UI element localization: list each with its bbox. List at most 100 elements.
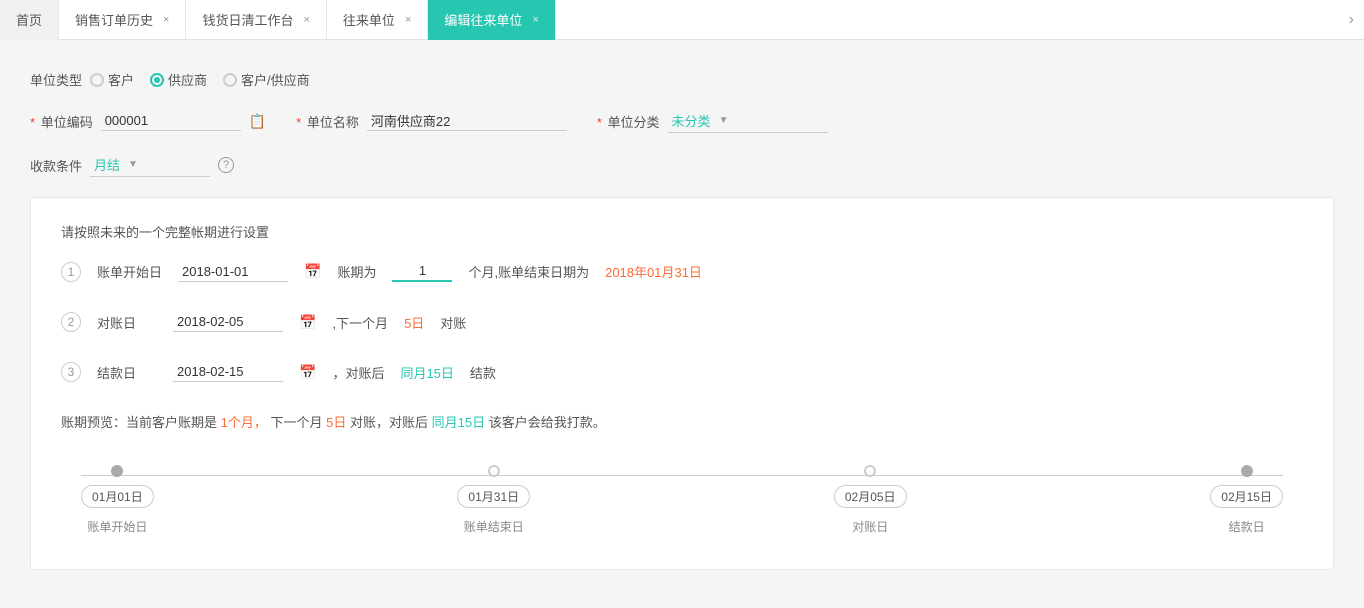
payment-terms-help[interactable]: ? xyxy=(218,157,234,173)
tabs-expand-button[interactable]: › xyxy=(1339,11,1364,29)
payment-terms-arrow: ▼ xyxy=(128,159,138,170)
start-date-cal-icon[interactable]: 📅 xyxy=(304,263,321,280)
preview-highlight1: 1个月， xyxy=(221,415,267,430)
payment-terms-field: 收款条件 月结 ▼ ? xyxy=(30,153,234,177)
unit-type-row: 单位类型 客户 供应商 客户/供应商 xyxy=(30,70,1334,89)
radio-customer-circle xyxy=(90,73,104,87)
row-number-2: 2 xyxy=(61,312,81,332)
tab-cash-work-label: 钱货日清工作台 xyxy=(202,10,293,29)
unit-info-row: * 单位编码 📋 * 单位名称 * 单位分类 未分类 ▼ xyxy=(30,109,1334,133)
tab-edit-partner[interactable]: 编辑往来单位 × xyxy=(428,0,555,40)
unit-category-arrow: ▼ xyxy=(719,115,729,126)
preview-highlight3: 同月15日 xyxy=(432,415,485,430)
unit-category-select[interactable]: 未分类 ▼ xyxy=(668,109,828,133)
payment-suffix-post: 结款 xyxy=(470,363,496,382)
payment-terms-label: 收款条件 xyxy=(30,156,82,175)
row-label-1: 账单开始日 xyxy=(97,262,162,281)
unit-name-input[interactable] xyxy=(367,111,567,131)
radio-supplier-label: 供应商 xyxy=(168,70,207,89)
timeline: 01月01日 账单开始日 01月31日 账单结束日 02月05日 对账日 02月… xyxy=(61,455,1303,545)
row-number-1: 1 xyxy=(61,262,81,282)
unit-type-label: 单位类型 xyxy=(30,70,82,89)
payment-date-input[interactable] xyxy=(173,362,283,382)
timeline-dot-3 xyxy=(1241,465,1253,477)
reconcile-suffix-highlight: 5日 xyxy=(404,313,424,332)
tab-edit-partner-label: 编辑往来单位 xyxy=(444,10,522,29)
tab-sales-history[interactable]: 销售订单历史 × xyxy=(59,0,186,40)
unit-type-radio-group: 客户 供应商 客户/供应商 xyxy=(90,70,310,89)
row-label-2: 对账日 xyxy=(97,313,157,332)
reconcile-suffix-post: 对账 xyxy=(440,313,466,332)
timeline-points: 01月01日 账单开始日 01月31日 账单结束日 02月05日 对账日 02月… xyxy=(81,465,1283,535)
settings-box: 请按照未来的一个完整帐期进行设置 1 账单开始日 📅 账期为 个月,账单结束日期… xyxy=(30,197,1334,570)
unit-type-field: 单位类型 客户 供应商 客户/供应商 xyxy=(30,70,310,89)
payment-terms-select[interactable]: 月结 ▼ xyxy=(90,153,210,177)
tab-edit-partner-close[interactable]: × xyxy=(532,14,538,26)
period-unit: 个月,账单结束日期为 xyxy=(468,262,589,281)
timeline-label-1: 账单结束日 xyxy=(464,518,524,535)
unit-category-field: * 单位分类 未分类 ▼ xyxy=(597,109,828,133)
timeline-date-0: 01月01日 xyxy=(81,485,154,508)
settings-row-1: 1 账单开始日 📅 账期为 个月,账单结束日期为 2018年01月31日 xyxy=(61,261,1303,282)
reconcile-suffix-pre: ,下一个月 xyxy=(332,313,388,332)
radio-both[interactable]: 客户/供应商 xyxy=(223,70,310,89)
tab-sales-history-close[interactable]: × xyxy=(163,14,169,26)
payment-terms-row: 收款条件 月结 ▼ ? xyxy=(30,153,1334,177)
preview-prefix: 账期预览：当前客户账期是 xyxy=(61,415,217,430)
unit-category-label: * 单位分类 xyxy=(597,112,660,131)
unit-code-icon[interactable]: 📋 xyxy=(249,113,266,130)
radio-both-label: 客户/供应商 xyxy=(241,70,310,89)
page-content: 单位类型 客户 供应商 客户/供应商 * 单位编码 xyxy=(0,40,1364,608)
radio-supplier[interactable]: 供应商 xyxy=(150,70,207,89)
preview-highlight2: 5日 xyxy=(326,415,346,430)
timeline-point-0: 01月01日 账单开始日 xyxy=(81,465,154,535)
row-label-3: 结款日 xyxy=(97,363,157,382)
unit-category-value: 未分类 xyxy=(672,111,711,130)
timeline-point-1: 01月31日 账单结束日 xyxy=(457,465,530,535)
period-end: 2018年01月31日 xyxy=(605,262,702,281)
timeline-label-0: 账单开始日 xyxy=(87,518,147,535)
preview-middle: 下一个月 xyxy=(271,415,323,430)
payment-suffix-pre: ，对账后 xyxy=(332,363,384,382)
tab-home[interactable]: 首页 xyxy=(0,0,59,40)
payment-suffix-highlight: 同月15日 xyxy=(400,363,453,382)
unit-category-star: * xyxy=(597,115,602,130)
unit-code-input[interactable] xyxy=(101,111,241,131)
tab-cash-work-close[interactable]: × xyxy=(303,14,309,26)
timeline-label-2: 对账日 xyxy=(852,518,888,535)
start-date-input[interactable] xyxy=(178,262,288,282)
settings-row-3: 3 结款日 📅 ，对账后 同月15日 结款 xyxy=(61,362,1303,382)
unit-name-star: * xyxy=(296,115,301,130)
tab-home-label: 首页 xyxy=(16,10,42,29)
timeline-dot-0 xyxy=(111,465,123,477)
unit-code-label: * 单位编码 xyxy=(30,112,93,131)
timeline-point-3: 02月15日 结款日 xyxy=(1210,465,1283,535)
timeline-point-2: 02月05日 对账日 xyxy=(834,465,907,535)
period-label: 账期为 xyxy=(337,262,376,281)
timeline-dot-2 xyxy=(864,465,876,477)
reconcile-date-cal-icon[interactable]: 📅 xyxy=(299,314,316,331)
unit-code-field: * 单位编码 📋 xyxy=(30,111,266,131)
timeline-label-3: 结款日 xyxy=(1229,518,1265,535)
radio-customer-label: 客户 xyxy=(108,70,134,89)
row-number-3: 3 xyxy=(61,362,81,382)
tab-partner[interactable]: 往来单位 × xyxy=(327,0,428,40)
reconcile-date-input[interactable] xyxy=(173,312,283,332)
timeline-date-2: 02月05日 xyxy=(834,485,907,508)
unit-code-star: * xyxy=(30,115,35,130)
tab-cash-work[interactable]: 钱货日清工作台 × xyxy=(186,0,326,40)
radio-both-circle xyxy=(223,73,237,87)
preview-text: 账期预览：当前客户账期是 1个月， 下一个月 5日 对账，对账后 同月15日 该… xyxy=(61,412,1303,431)
timeline-date-3: 02月15日 xyxy=(1210,485,1283,508)
payment-terms-value: 月结 xyxy=(94,155,120,174)
unit-name-field: * 单位名称 xyxy=(296,111,567,131)
tab-partner-label: 往来单位 xyxy=(343,10,395,29)
settings-title: 请按照未来的一个完整帐期进行设置 xyxy=(61,222,1303,241)
settings-row-2: 2 对账日 📅 ,下一个月 5日 对账 xyxy=(61,312,1303,332)
preview-middle2: 对账，对账后 xyxy=(350,415,428,430)
radio-customer[interactable]: 客户 xyxy=(90,70,134,89)
period-input[interactable] xyxy=(392,261,452,282)
payment-date-cal-icon[interactable]: 📅 xyxy=(299,364,316,381)
preview-suffix: 该客户会给我打款。 xyxy=(489,415,606,430)
tab-partner-close[interactable]: × xyxy=(405,14,411,26)
